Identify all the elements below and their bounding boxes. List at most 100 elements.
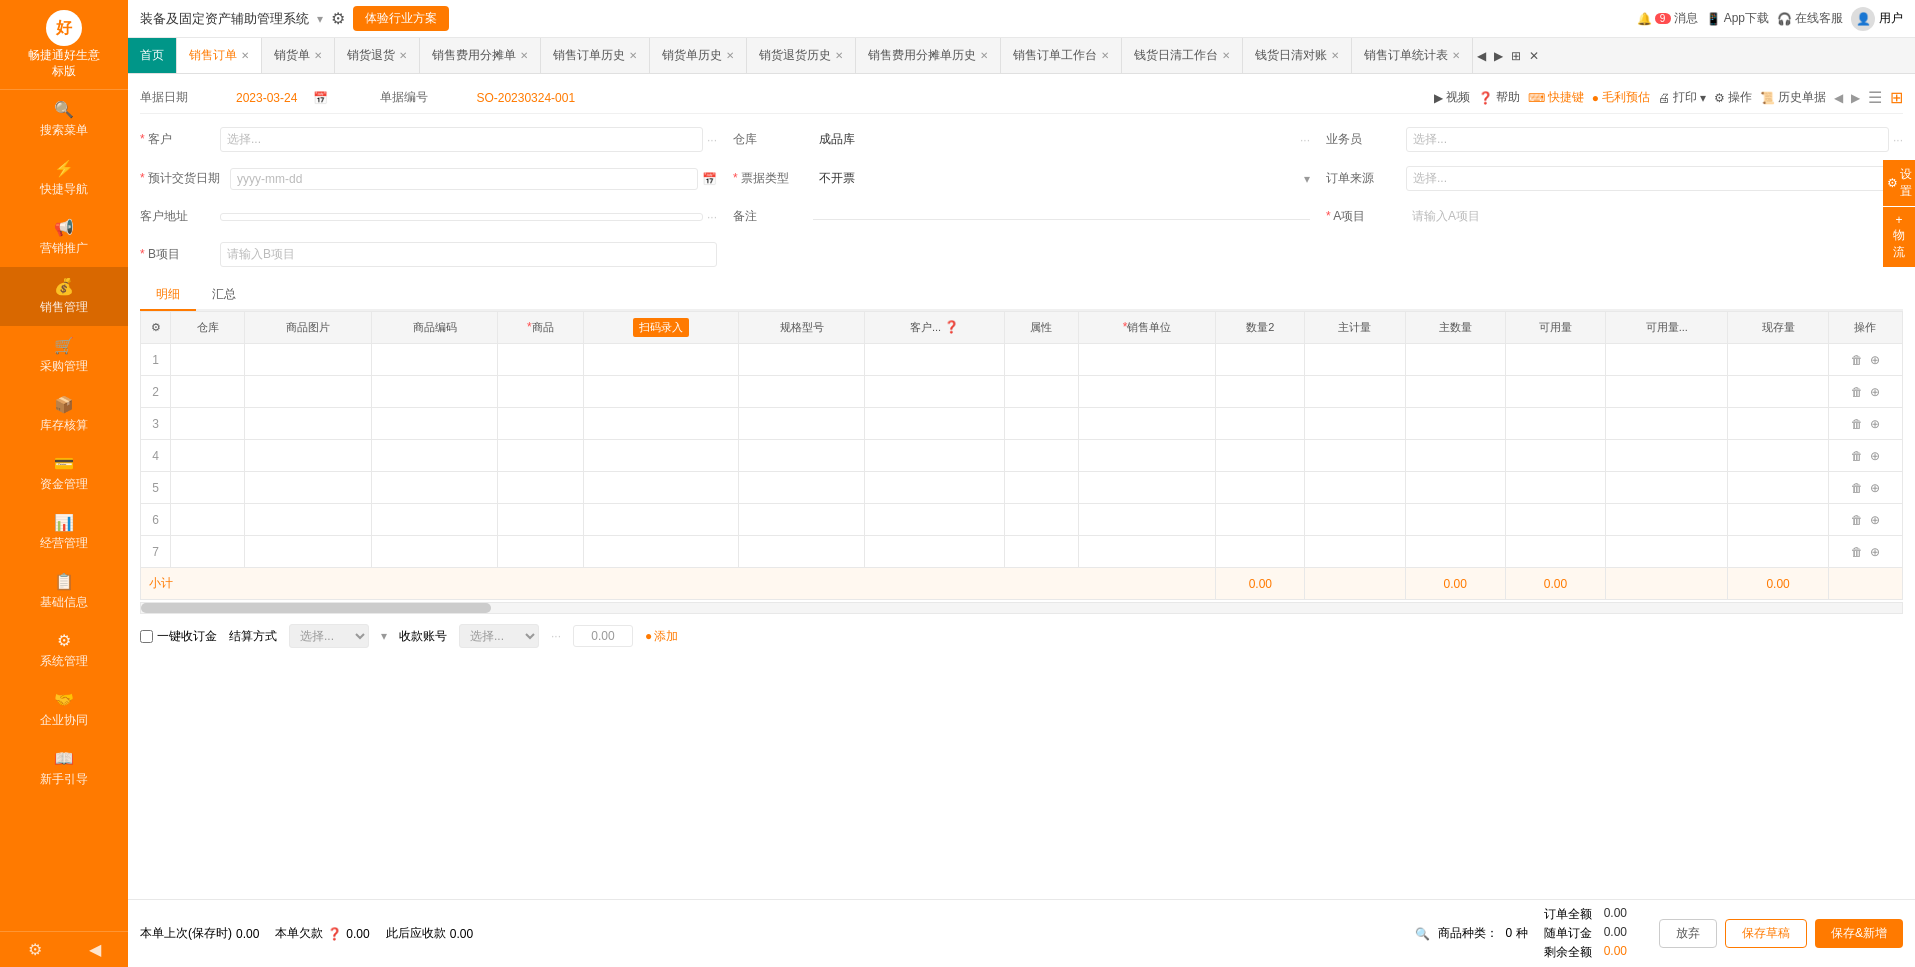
row-5-main-qty[interactable] <box>1405 472 1505 504</box>
tab-sales-invoice-history[interactable]: 销货单历史 ✕ <box>650 38 747 73</box>
copy-icon-7[interactable]: ⊕ <box>1870 545 1880 559</box>
delete-icon-4[interactable]: 🗑 <box>1851 449 1863 463</box>
b-project-input[interactable]: 请输入B项目 <box>220 242 717 267</box>
horizontal-scrollbar[interactable] <box>140 602 1903 614</box>
note-input[interactable] <box>813 213 1310 220</box>
a-project-input[interactable]: 请输入A项目 <box>1406 205 1903 228</box>
row-6-main-unit[interactable] <box>1305 504 1405 536</box>
copy-icon-3[interactable]: ⊕ <box>1870 417 1880 431</box>
row-7-qty2[interactable] <box>1216 536 1305 568</box>
row-6-qty2[interactable] <box>1216 504 1305 536</box>
tab-sales-invoice[interactable]: 销货单 ✕ <box>262 38 335 73</box>
add-logistics-btn[interactable]: + 物流 <box>1883 207 1915 267</box>
tab-expand[interactable]: ⊞ <box>1507 49 1525 63</box>
row-6-code[interactable] <box>371 504 498 536</box>
row-3-scan[interactable] <box>583 408 738 440</box>
trial-solution-btn[interactable]: 体验行业方案 <box>353 6 449 31</box>
row-4-warehouse[interactable] <box>171 440 245 472</box>
row-6-scan[interactable] <box>583 504 738 536</box>
row-5-available2[interactable] <box>1606 472 1728 504</box>
tab-prev[interactable]: ◀ <box>1473 49 1490 63</box>
row-7-spec[interactable] <box>738 536 865 568</box>
sidebar-item-sales[interactable]: 💰 销售管理 <box>0 267 128 326</box>
customer-dots[interactable]: ··· <box>707 133 717 147</box>
row-5-main-unit[interactable] <box>1305 472 1405 504</box>
row-6-available[interactable] <box>1505 504 1605 536</box>
row-5-attr[interactable] <box>1004 472 1078 504</box>
copy-icon-5[interactable]: ⊕ <box>1870 481 1880 495</box>
row-7-available2[interactable] <box>1606 536 1728 568</box>
nav-left[interactable]: ◀ <box>1834 91 1843 105</box>
address-input[interactable] <box>220 213 703 221</box>
row-7-current[interactable] <box>1728 536 1828 568</box>
row-4-available2[interactable] <box>1606 440 1728 472</box>
row-7-image[interactable] <box>245 536 372 568</box>
row-5-image[interactable] <box>245 472 372 504</box>
row-6-customer-code[interactable] <box>865 504 1004 536</box>
row-4-attr[interactable] <box>1004 440 1078 472</box>
row-5-warehouse[interactable] <box>171 472 245 504</box>
app-download-btn[interactable]: 📱 App下载 <box>1706 10 1769 27</box>
row-3-qty2[interactable] <box>1216 408 1305 440</box>
sidebar-item-quicknav[interactable]: ⚡ 快捷导航 <box>0 149 128 208</box>
row-4-current[interactable] <box>1728 440 1828 472</box>
row-2-main-qty[interactable] <box>1405 376 1505 408</box>
tab-sales-return-history[interactable]: 销货退货历史 ✕ <box>747 38 856 73</box>
account-select[interactable]: 选择... <box>459 624 539 648</box>
row-3-available[interactable] <box>1505 408 1605 440</box>
row-1-spec[interactable] <box>738 344 865 376</box>
delete-icon-3[interactable]: 🗑 <box>1851 417 1863 431</box>
dropdown-icon[interactable]: ▾ <box>317 12 323 26</box>
shortcut-btn[interactable]: ⌨ 快捷键 <box>1528 89 1584 106</box>
row-7-unit[interactable] <box>1078 536 1216 568</box>
sidebar-item-system[interactable]: ⚙ 系统管理 <box>0 621 128 680</box>
row-5-customer-code[interactable] <box>865 472 1004 504</box>
row-2-unit[interactable] <box>1078 376 1216 408</box>
delete-icon-5[interactable]: 🗑 <box>1851 481 1863 495</box>
row-4-qty2[interactable] <box>1216 440 1305 472</box>
tab-close-5[interactable]: ✕ <box>629 50 637 61</box>
row-2-warehouse[interactable] <box>171 376 245 408</box>
row-3-attr[interactable] <box>1004 408 1078 440</box>
settings-gear-btn[interactable]: ⚙ <box>331 9 345 28</box>
row-7-attr[interactable] <box>1004 536 1078 568</box>
row-3-main-unit[interactable] <box>1305 408 1405 440</box>
copy-icon-4[interactable]: ⊕ <box>1870 449 1880 463</box>
sidebar-item-basic[interactable]: 📋 基础信息 <box>0 562 128 621</box>
date-picker-icon[interactable]: 📅 <box>702 172 717 186</box>
row-1-current[interactable] <box>1728 344 1828 376</box>
row-6-product[interactable] <box>498 504 583 536</box>
row-2-available2[interactable] <box>1606 376 1728 408</box>
sidebar-item-enterprise[interactable]: 🤝 企业协同 <box>0 680 128 739</box>
tab-close-sales-order[interactable]: ✕ <box>241 50 249 61</box>
help-btn[interactable]: ❓ 帮助 <box>1478 89 1520 106</box>
sidebar-item-operations[interactable]: 📊 经营管理 <box>0 503 128 562</box>
row-7-product[interactable] <box>498 536 583 568</box>
quick-deposit-checkbox[interactable] <box>140 630 153 643</box>
print-dropdown-icon[interactable]: ▾ <box>1700 91 1706 105</box>
discard-btn[interactable]: 放弃 <box>1659 919 1717 948</box>
settings-btn[interactable]: ⚙ 设置 <box>1883 160 1915 206</box>
row-5-code[interactable] <box>371 472 498 504</box>
print-btn[interactable]: 🖨 打印 ▾ <box>1658 89 1706 106</box>
row-3-available2[interactable] <box>1606 408 1728 440</box>
tab-daily-clear-reconcile[interactable]: 钱货日清对账 ✕ <box>1243 38 1352 73</box>
row-4-image[interactable] <box>245 440 372 472</box>
tab-workbench[interactable]: 销售订单工作台 ✕ <box>1001 38 1122 73</box>
row-5-qty2[interactable] <box>1216 472 1305 504</box>
row-2-attr[interactable] <box>1004 376 1078 408</box>
row-6-warehouse[interactable] <box>171 504 245 536</box>
scan-input-btn[interactable]: 扫码录入 <box>633 318 689 337</box>
row-2-main-unit[interactable] <box>1305 376 1405 408</box>
row-3-image[interactable] <box>245 408 372 440</box>
nav-right[interactable]: ▶ <box>1851 91 1860 105</box>
row-6-available2[interactable] <box>1606 504 1728 536</box>
row-1-available[interactable] <box>1505 344 1605 376</box>
sidebar-item-finance[interactable]: 💳 资金管理 <box>0 444 128 503</box>
tab-close-11[interactable]: ✕ <box>1331 50 1339 61</box>
history-btn[interactable]: 📜 历史单据 <box>1760 89 1826 106</box>
address-dots[interactable]: ··· <box>707 210 717 224</box>
row-5-scan[interactable] <box>583 472 738 504</box>
row-1-unit[interactable] <box>1078 344 1216 376</box>
row-6-attr[interactable] <box>1004 504 1078 536</box>
